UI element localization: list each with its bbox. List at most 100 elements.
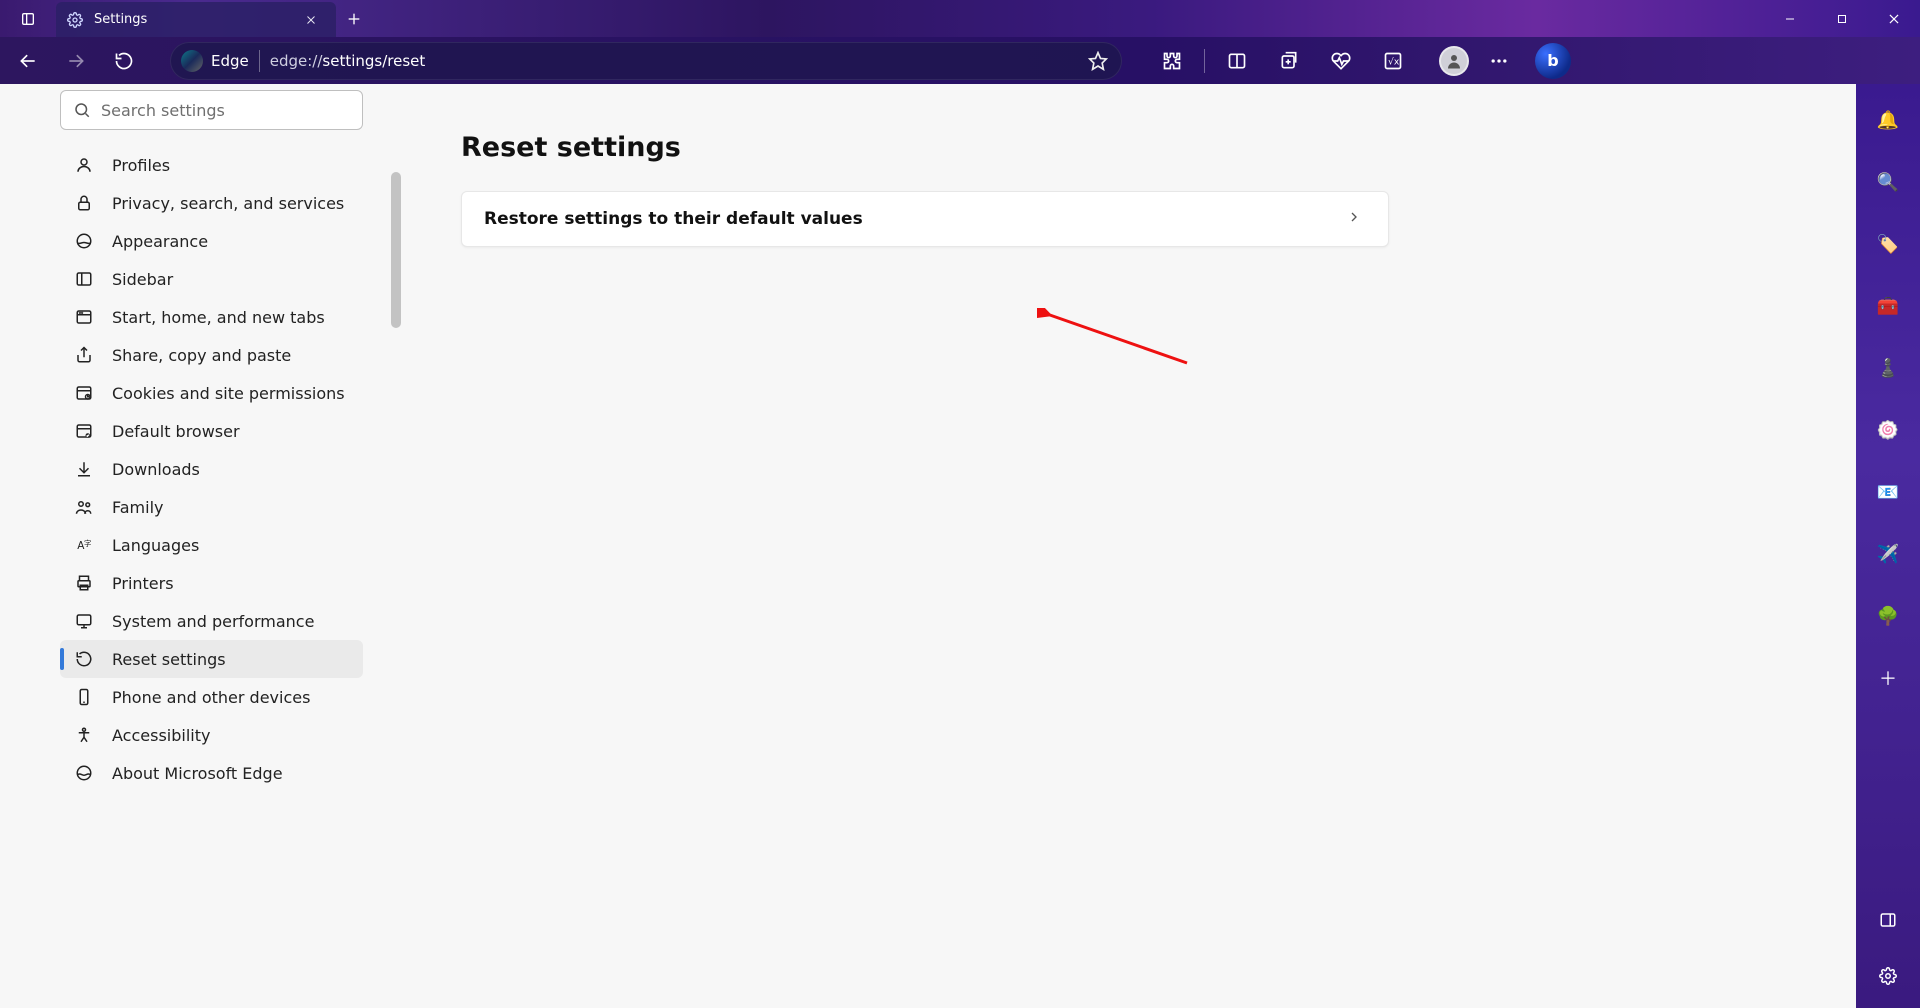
panel-icon (1879, 911, 1897, 929)
restore-defaults-label: Restore settings to their default values (484, 209, 863, 229)
new-tab-button[interactable] (336, 0, 372, 37)
sidebar-item-label: Start, home, and new tabs (112, 308, 325, 327)
back-button[interactable] (8, 41, 48, 81)
sidebar-hide-button[interactable] (1870, 902, 1906, 938)
browser-tab[interactable]: Settings (56, 2, 336, 37)
sidebar-item-label: Downloads (112, 460, 200, 479)
settings-sidebar: Profiles Privacy, search, and services App… (0, 84, 401, 1008)
sidebar-item-downloads[interactable]: Downloads (60, 450, 363, 488)
settings-main: Reset settings Restore settings to their… (401, 84, 1856, 1008)
arrow-left-icon (18, 51, 38, 71)
site-identity[interactable]: Edge (181, 50, 249, 72)
send-icon: ✈️ (1877, 544, 1899, 565)
sidebar-item-sidebar[interactable]: Sidebar (60, 260, 363, 298)
separator (259, 50, 260, 72)
bing-chat-button[interactable]: b (1535, 43, 1571, 79)
sidebar-item-reset[interactable]: Reset settings (60, 640, 363, 678)
sidebar-item-label: Accessibility (112, 726, 210, 745)
sidebar-m365-button[interactable]: 🍥 (1870, 412, 1906, 448)
performance-button[interactable] (1319, 41, 1363, 81)
bell-icon: 🔔 (1877, 110, 1899, 131)
sidebar-item-share[interactable]: Share, copy and paste (60, 336, 363, 374)
appearance-icon (74, 231, 94, 251)
collections-button[interactable] (1267, 41, 1311, 81)
sidebar-shopping-button[interactable]: 🏷️ (1870, 226, 1906, 262)
sidebar-item-label: About Microsoft Edge (112, 764, 283, 783)
system-icon (74, 611, 94, 631)
tab-close-button[interactable] (300, 9, 322, 31)
address-bar[interactable]: Edge edge://settings/reset (170, 42, 1122, 80)
downloads-icon (74, 459, 94, 479)
math-solver-button[interactable]: √x (1371, 41, 1415, 81)
extensions-button[interactable] (1150, 41, 1194, 81)
ellipsis-icon (1489, 51, 1509, 71)
window-controls (1764, 0, 1920, 37)
sidebar-item-start[interactable]: Start, home, and new tabs (60, 298, 363, 336)
window-maximize-button[interactable] (1816, 0, 1868, 37)
family-icon (74, 497, 94, 517)
search-icon: 🔍 (1877, 172, 1899, 193)
profile-button[interactable] (1439, 46, 1469, 76)
sidebar-search-button[interactable]: 🔍 (1870, 164, 1906, 200)
sidebar-settings-button[interactable] (1870, 958, 1906, 994)
sidebar-item-privacy[interactable]: Privacy, search, and services (60, 184, 363, 222)
sidebar-efficiency-button[interactable]: 🌳 (1870, 598, 1906, 634)
sidebar-item-cookies[interactable]: Cookies and site permissions (60, 374, 363, 412)
sidebar-item-label: Profiles (112, 156, 170, 175)
tab-actions-button[interactable] (0, 0, 56, 37)
close-icon (1887, 12, 1901, 26)
forward-button[interactable] (56, 41, 96, 81)
settings-search[interactable] (60, 90, 363, 130)
sidebar-item-about[interactable]: About Microsoft Edge (60, 754, 363, 792)
sidebar-tools-button[interactable]: 🧰 (1870, 288, 1906, 324)
sidebar-drop-button[interactable]: ✈️ (1870, 536, 1906, 572)
window-minimize-button[interactable] (1764, 0, 1816, 37)
page-title: Reset settings (461, 132, 1796, 163)
cookies-icon (74, 383, 94, 403)
plus-icon (346, 11, 362, 27)
sidebar-item-system[interactable]: System and performance (60, 602, 363, 640)
edge-right-sidebar: 🔔 🔍 🏷️ 🧰 ♟️ 🍥 📧 ✈️ 🌳 ＋ (1856, 84, 1920, 1008)
separator (1204, 49, 1205, 73)
sidebar-item-profiles[interactable]: Profiles (60, 146, 363, 184)
tab-title: Settings (94, 12, 147, 27)
sidebar-bell-button[interactable]: 🔔 (1870, 102, 1906, 138)
sidebar-item-family[interactable]: Family (60, 488, 363, 526)
gear-icon (66, 11, 84, 29)
restore-defaults-row[interactable]: Restore settings to their default values (461, 191, 1389, 247)
sidebar-item-label: Privacy, search, and services (112, 194, 344, 213)
sidebar-add-button[interactable]: ＋ (1870, 660, 1906, 696)
chevron-right-icon (1346, 209, 1366, 229)
bing-label: b (1547, 51, 1558, 70)
sidebar-scrollbar[interactable] (391, 172, 401, 328)
sidebar-item-default[interactable]: Default browser (60, 412, 363, 450)
sidebar-item-appearance[interactable]: Appearance (60, 222, 363, 260)
settings-search-input[interactable] (101, 101, 350, 120)
person-icon (1445, 52, 1463, 70)
more-button[interactable] (1477, 41, 1521, 81)
sidebar-item-printers[interactable]: Printers (60, 564, 363, 602)
accessibility-icon (74, 725, 94, 745)
sidebar-item-phone[interactable]: Phone and other devices (60, 678, 363, 716)
sidebar-item-accessibility[interactable]: Accessibility (60, 716, 363, 754)
split-screen-button[interactable] (1215, 41, 1259, 81)
languages-icon: A字 (74, 535, 94, 555)
collections-icon (1279, 51, 1299, 71)
sidebar-item-label: Default browser (112, 422, 240, 441)
refresh-button[interactable] (104, 41, 144, 81)
title-bar: Settings (0, 0, 1920, 37)
tab-strip: Settings (0, 0, 372, 37)
profiles-icon (74, 155, 94, 175)
sidebar-games-button[interactable]: ♟️ (1870, 350, 1906, 386)
window-close-button[interactable] (1868, 0, 1920, 37)
content-area: Profiles Privacy, search, and services App… (0, 84, 1920, 1008)
favorite-button[interactable] (1081, 44, 1115, 78)
split-icon (1227, 51, 1247, 71)
browser-name-label: Edge (211, 52, 249, 70)
about-icon (74, 763, 94, 783)
sidebar-outlook-button[interactable]: 📧 (1870, 474, 1906, 510)
heart-pulse-icon (1331, 51, 1351, 71)
gear-icon (1879, 967, 1897, 985)
star-icon (1088, 51, 1108, 71)
sidebar-item-languages[interactable]: A字Languages (60, 526, 363, 564)
